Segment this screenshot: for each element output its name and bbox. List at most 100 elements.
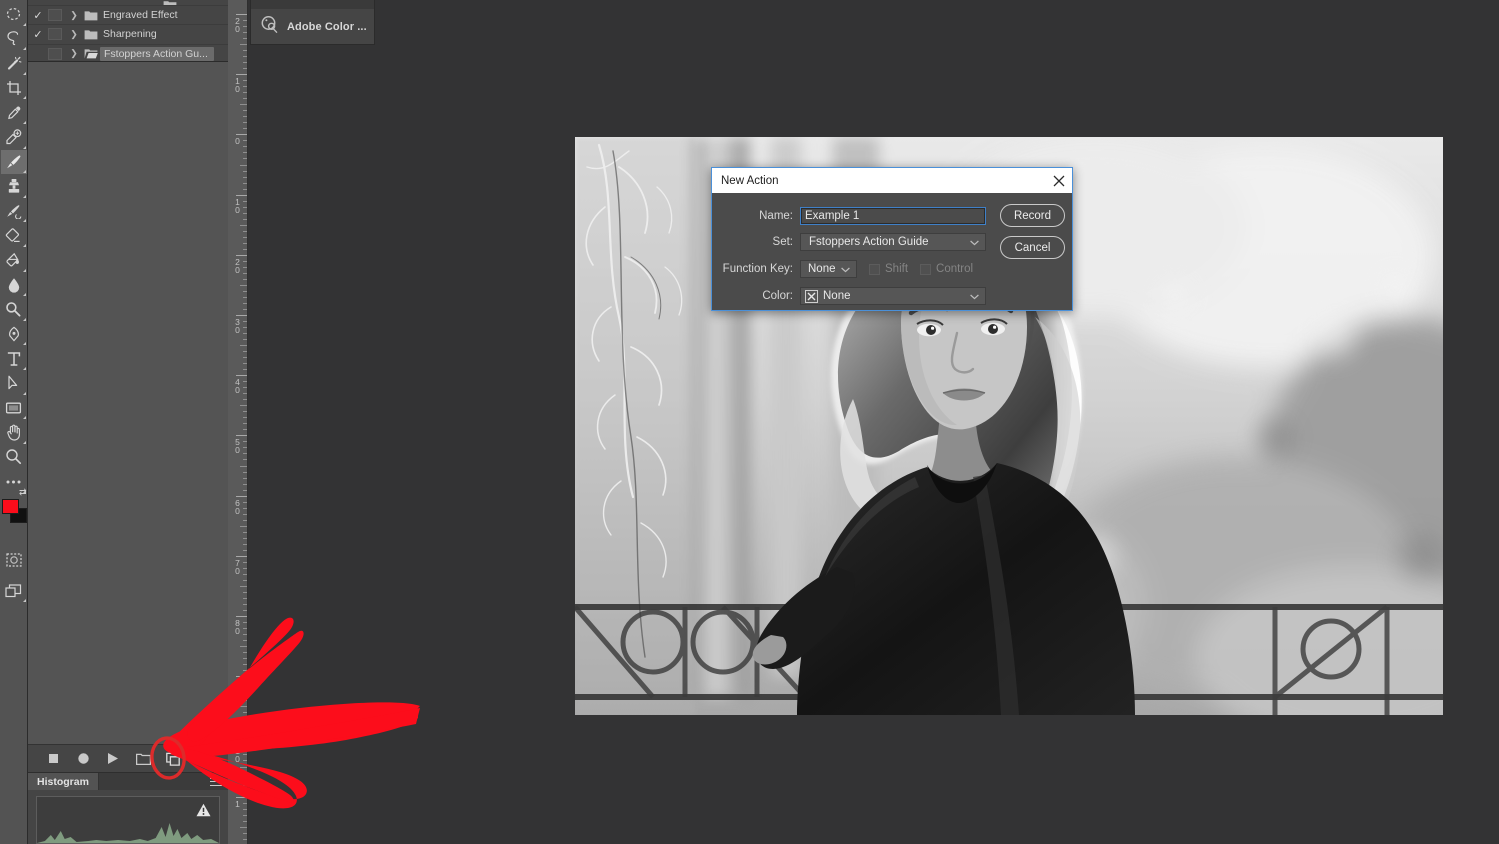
ruler-tick bbox=[243, 483, 247, 485]
type-tool[interactable] bbox=[1, 346, 27, 371]
stop-button[interactable] bbox=[45, 751, 61, 767]
ruler-tick bbox=[236, 616, 247, 617]
color-row: Color: None bbox=[712, 286, 1072, 306]
function-key-select[interactable]: None bbox=[800, 260, 857, 278]
ruler-tick bbox=[243, 357, 247, 359]
ruler-tick bbox=[243, 519, 247, 521]
crop-tool[interactable] bbox=[1, 76, 27, 101]
ruler-tick bbox=[236, 495, 247, 497]
histogram-curve bbox=[37, 823, 219, 843]
panel-menu-icon[interactable] bbox=[210, 777, 222, 786]
history-brush-tool[interactable] bbox=[1, 199, 27, 224]
ruler-tick bbox=[240, 405, 247, 407]
ruler-tick bbox=[243, 579, 247, 581]
brush-tool[interactable] bbox=[0, 149, 27, 175]
adobe-color-panel-tabstrip bbox=[251, 0, 374, 9]
new-action-button[interactable] bbox=[165, 751, 181, 767]
control-checkbox[interactable] bbox=[920, 263, 932, 275]
hand-tool[interactable] bbox=[1, 420, 27, 445]
layer-visibility-icon[interactable]: ✓ bbox=[28, 28, 48, 41]
layer-row-engraved-effect[interactable]: ✓ ❯ Engraved Effect bbox=[28, 6, 228, 26]
ruler-tick bbox=[243, 742, 247, 744]
ruler-tick bbox=[243, 26, 247, 28]
shift-checkbox[interactable] bbox=[869, 263, 880, 275]
swap-colors-icon[interactable]: ⇄ bbox=[19, 487, 27, 497]
set-select[interactable]: Fstoppers Action Guide bbox=[800, 233, 986, 251]
ruler-tick bbox=[243, 50, 247, 52]
ruler-tick bbox=[236, 736, 247, 738]
ruler-tick bbox=[243, 339, 247, 341]
healing-brush-tool[interactable] bbox=[1, 125, 27, 150]
ruler-tick bbox=[243, 278, 247, 280]
dodge-tool[interactable] bbox=[1, 297, 27, 322]
ruler-tick bbox=[243, 140, 247, 142]
gradient-tool[interactable] bbox=[1, 248, 27, 273]
chevron-right-icon[interactable]: ❯ bbox=[66, 29, 82, 40]
ruler-tick bbox=[243, 622, 247, 624]
ruler-tick bbox=[243, 459, 247, 461]
ruler-tick bbox=[243, 56, 247, 58]
delete-button[interactable] bbox=[195, 751, 211, 767]
ruler-tick bbox=[243, 363, 247, 365]
chevron-down-icon[interactable]: ❯ bbox=[66, 48, 82, 59]
color-select[interactable]: None bbox=[800, 287, 986, 305]
ruler-tick bbox=[243, 369, 247, 371]
ruler-tick bbox=[243, 411, 247, 413]
eyedropper-tool[interactable] bbox=[1, 100, 27, 125]
chevron-down-icon bbox=[970, 237, 979, 249]
foreground-color-swatch[interactable] bbox=[1, 498, 19, 514]
cancel-button[interactable]: Cancel bbox=[1000, 236, 1065, 259]
quick-mask-icon[interactable] bbox=[1, 548, 27, 573]
ruler-tick bbox=[243, 248, 247, 250]
zoom-tool[interactable] bbox=[1, 445, 27, 470]
new-action-dialog[interactable]: New Action Name: Set: Fstoppers Action G… bbox=[711, 167, 1073, 311]
photoshop-window: ⇄ ✓ ❯ Engraved Effect ✓ ❯ Sharpening ❯ F… bbox=[0, 0, 1499, 844]
ruler-tick bbox=[236, 375, 247, 377]
ruler-tick bbox=[240, 164, 247, 166]
ruler-tick bbox=[243, 206, 247, 208]
new-set-button[interactable] bbox=[135, 751, 151, 767]
path-selection-tool[interactable] bbox=[1, 371, 27, 396]
pen-tool[interactable] bbox=[1, 322, 27, 347]
ruler-tick bbox=[243, 567, 247, 569]
action-name-input[interactable] bbox=[800, 207, 986, 225]
ruler-tick bbox=[243, 507, 247, 509]
layer-thumbnail bbox=[48, 47, 62, 60]
ruler-tick bbox=[240, 525, 247, 527]
ruler-tick bbox=[240, 706, 247, 708]
histogram-graph-area[interactable] bbox=[36, 796, 220, 844]
ruler-tick bbox=[243, 32, 247, 34]
play-button[interactable] bbox=[105, 751, 121, 767]
adobe-color-panel-body[interactable]: Adobe Color ... bbox=[251, 9, 374, 45]
chevron-right-icon[interactable]: ❯ bbox=[66, 10, 82, 21]
ruler-tick bbox=[243, 790, 247, 792]
marquee-tool[interactable] bbox=[1, 2, 27, 27]
ruler-tick bbox=[243, 381, 247, 383]
ruler-tick bbox=[243, 832, 247, 834]
adobe-color-panel[interactable]: Adobe Color ... bbox=[250, 0, 375, 45]
tab-histogram[interactable]: Histogram bbox=[28, 773, 99, 790]
clone-stamp-tool[interactable] bbox=[1, 174, 27, 199]
record-button[interactable]: Record bbox=[1000, 204, 1065, 227]
ruler-tick bbox=[243, 260, 247, 262]
eraser-tool[interactable] bbox=[1, 223, 27, 248]
magic-wand-tool[interactable] bbox=[1, 51, 27, 76]
layer-thumbnail bbox=[48, 9, 62, 22]
ruler-tick bbox=[243, 170, 247, 172]
screen-mode-icon[interactable] bbox=[1, 578, 27, 603]
set-label: Set: bbox=[772, 236, 793, 248]
ruler-tick bbox=[243, 441, 247, 443]
rectangle-tool[interactable] bbox=[1, 396, 27, 421]
close-icon[interactable] bbox=[1050, 172, 1067, 189]
layer-visibility-icon[interactable]: ✓ bbox=[28, 9, 48, 22]
vertical-ruler[interactable]: 201001020304050607080901101 bbox=[228, 0, 248, 844]
layer-row-fstoppers-action-guide[interactable]: ❯ Fstoppers Action Gu... bbox=[28, 45, 228, 61]
color-swatches[interactable]: ⇄ bbox=[1, 487, 27, 530]
control-label: Control bbox=[936, 263, 974, 275]
blur-tool[interactable] bbox=[1, 273, 27, 298]
ruler-tick bbox=[240, 646, 247, 648]
chevron-down-icon bbox=[970, 291, 979, 303]
lasso-tool[interactable] bbox=[1, 27, 27, 52]
record-button[interactable] bbox=[75, 751, 91, 767]
layer-row-sharpening[interactable]: ✓ ❯ Sharpening bbox=[28, 25, 228, 45]
